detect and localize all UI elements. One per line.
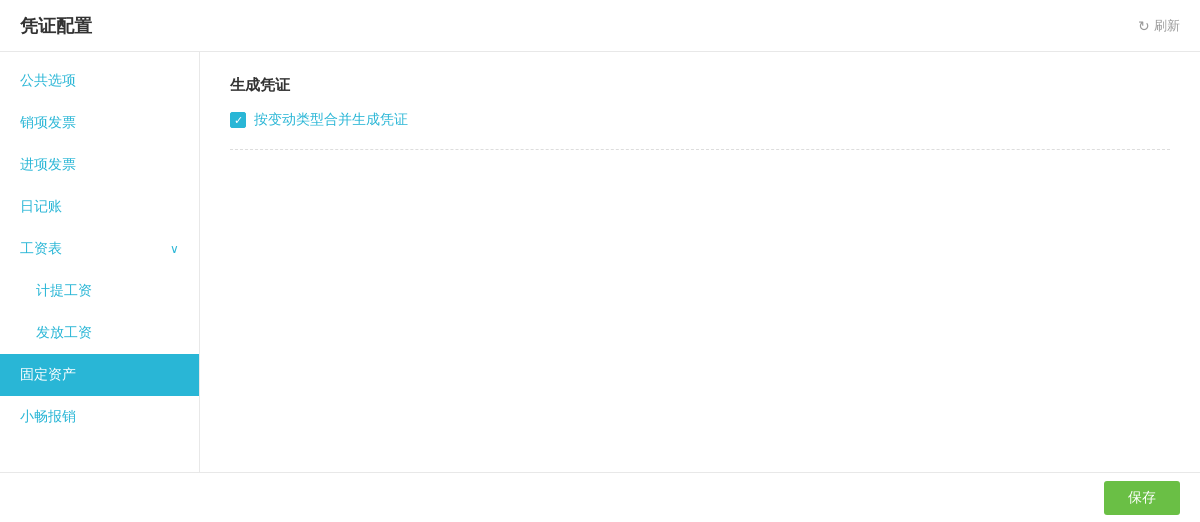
- content-area: 生成凭证 按变动类型合并生成凭证: [200, 52, 1200, 472]
- main-layout: 公共选项销项发票进项发票日记账工资表 ∨ 计提工资发放工资固定资产小畅报销 生成凭证…: [0, 52, 1200, 472]
- sidebar-item-pay-payroll[interactable]: 发放工资: [0, 312, 199, 354]
- sidebar-item-calculate-payroll[interactable]: 计提工资: [0, 270, 199, 312]
- merge-voucher-row: 按变动类型合并生成凭证: [230, 111, 1170, 129]
- sidebar-item-label: 销项发票: [20, 114, 76, 132]
- sidebar-item-label: 进项发票: [20, 156, 76, 174]
- sidebar-item-label: 日记账: [20, 198, 62, 216]
- merge-voucher-label: 按变动类型合并生成凭证: [254, 111, 408, 129]
- section-title: 生成凭证: [230, 76, 1170, 95]
- save-button[interactable]: 保存: [1104, 481, 1180, 515]
- sidebar-item-label: 固定资产: [20, 366, 76, 384]
- refresh-label: 刷新: [1154, 17, 1180, 35]
- sidebar-item-sales-invoice[interactable]: 销项发票: [0, 102, 199, 144]
- sidebar-item-public-options[interactable]: 公共选项: [0, 60, 199, 102]
- sidebar-item-purchase-invoice[interactable]: 进项发票: [0, 144, 199, 186]
- page-title: 凭证配置: [20, 14, 92, 38]
- sidebar-item-label: 计提工资: [36, 282, 92, 300]
- page-header: 凭证配置 ↻ 刷新: [0, 0, 1200, 52]
- sidebar-item-label: 发放工资: [36, 324, 92, 342]
- refresh-icon: ↻: [1138, 18, 1150, 34]
- chevron-down-icon: ∨: [170, 242, 179, 256]
- merge-voucher-checkbox[interactable]: [230, 112, 246, 128]
- sidebar-item-payroll[interactable]: 工资表 ∨: [0, 228, 199, 270]
- sidebar-item-journal[interactable]: 日记账: [0, 186, 199, 228]
- sidebar: 公共选项销项发票进项发票日记账工资表 ∨ 计提工资发放工资固定资产小畅报销: [0, 52, 200, 472]
- sidebar-item-label: 工资表: [20, 240, 62, 258]
- sidebar-item-fixed-assets[interactable]: 固定资产: [0, 354, 199, 396]
- section-divider: [230, 149, 1170, 150]
- sidebar-item-petty-expense[interactable]: 小畅报销: [0, 396, 199, 438]
- refresh-button[interactable]: ↻ 刷新: [1138, 17, 1180, 35]
- sidebar-item-label: 小畅报销: [20, 408, 76, 426]
- sidebar-item-label: 公共选项: [20, 72, 76, 90]
- page-footer: 保存: [0, 472, 1200, 522]
